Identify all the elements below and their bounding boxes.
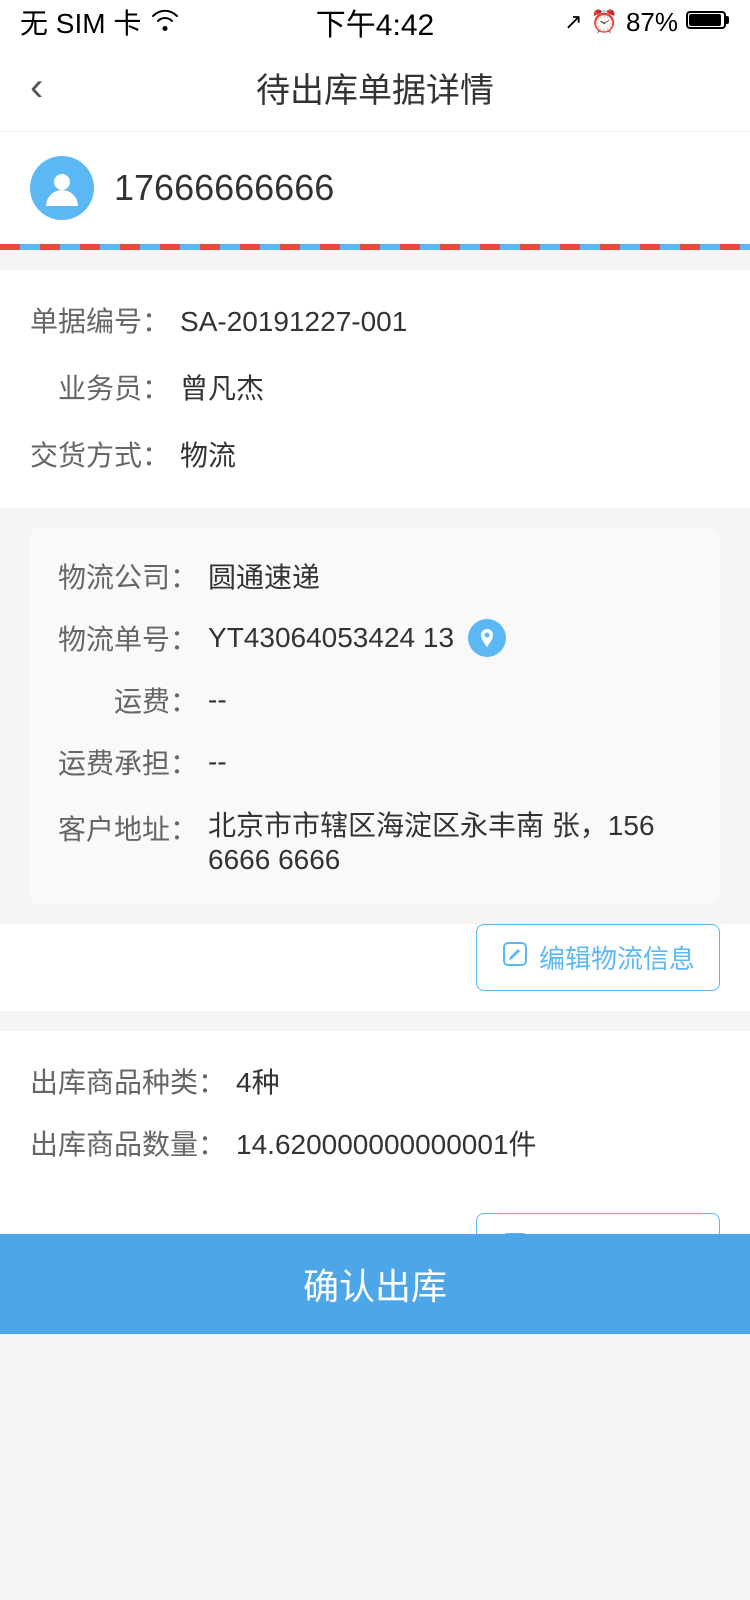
page-title: 待出库单据详情	[256, 63, 494, 112]
freight-value: --	[208, 684, 692, 716]
edit-icon	[501, 940, 529, 975]
logistics-card: 物流公司： 圆通速递 物流单号： YT43064053424 13 运费： --…	[30, 528, 720, 904]
logistics-company-value: 圆通速递	[208, 556, 692, 596]
section-divider-1	[0, 1011, 750, 1031]
salesman-value: 曾凡杰	[180, 367, 720, 412]
alarm-icon: ⏰	[591, 9, 618, 35]
delivery-value: 物流	[180, 434, 720, 479]
phone-number: 17666666666	[114, 167, 334, 209]
goods-quantity-label: 出库商品数量：	[30, 1123, 226, 1163]
basic-info-section: 单据编号： SA-20191227-001 业务员： 曾凡杰 交货方式： 物流	[0, 270, 750, 508]
logistics-tracking-value: YT43064053424 13	[208, 619, 692, 657]
edit-logistics-label: 编辑物流信息	[539, 939, 695, 976]
logistics-company-label: 物流公司：	[58, 556, 198, 596]
battery-icon	[686, 7, 730, 38]
status-bar: 无 SIM 卡 下午4:42 ↗ ⏰ 87%	[0, 0, 750, 44]
order-no-row: 单据编号： SA-20191227-001	[30, 300, 720, 345]
delivery-label: 交货方式：	[30, 434, 170, 479]
goods-types-row: 出库商品种类： 4种	[30, 1061, 720, 1101]
status-time: 下午4:42	[316, 0, 434, 44]
carrier-text: 无 SIM 卡	[20, 2, 141, 42]
wifi-icon	[151, 6, 179, 38]
goods-quantity-row: 出库商品数量： 14.620000000000001件	[30, 1123, 720, 1163]
freight-label: 运费：	[58, 680, 198, 720]
delivery-row: 交货方式： 物流	[30, 434, 720, 479]
nav-bar: ‹ 待出库单据详情	[0, 44, 750, 132]
edit-logistics-button[interactable]: 编辑物流信息	[476, 924, 720, 991]
goods-types-label: 出库商品种类：	[30, 1061, 226, 1101]
freight-bearer-value: --	[208, 746, 692, 778]
address-label: 客户地址：	[58, 804, 198, 848]
freight-bearer-label: 运费承担：	[58, 742, 198, 782]
order-no-value: SA-20191227-001	[180, 300, 720, 345]
status-right: ↗ ⏰ 87%	[564, 7, 730, 38]
tracking-location-icon[interactable]	[468, 619, 506, 657]
salesman-label: 业务员：	[30, 367, 170, 412]
dashed-divider	[0, 244, 750, 250]
address-value: 北京市市辖区海淀区永丰南 张，156 6666 6666	[208, 804, 692, 876]
avatar	[30, 156, 94, 220]
location-status-icon: ↗	[564, 9, 582, 35]
order-no-label: 单据编号：	[30, 300, 170, 345]
address-row: 客户地址： 北京市市辖区海淀区永丰南 张，156 6666 6666	[58, 804, 692, 876]
freight-row: 运费： --	[58, 680, 692, 720]
phone-header: 17666666666	[0, 132, 750, 244]
goods-types-value: 4种	[236, 1061, 280, 1101]
goods-section: 出库商品种类： 4种 出库商品数量： 14.620000000000001件	[0, 1031, 750, 1193]
back-button[interactable]: ‹	[30, 65, 43, 110]
freight-bearer-row: 运费承担： --	[58, 742, 692, 782]
edit-btn-wrapper: 编辑物流信息	[0, 924, 750, 1011]
logistics-company-row: 物流公司： 圆通速递	[58, 556, 692, 596]
battery-text: 87%	[626, 7, 678, 38]
confirm-btn-label: 确认出库	[303, 1258, 447, 1310]
confirm-btn-wrapper: 确认出库	[0, 1234, 750, 1334]
logistics-tracking-label: 物流单号：	[58, 618, 198, 658]
back-icon: ‹	[30, 65, 43, 109]
status-left: 无 SIM 卡	[20, 2, 179, 42]
goods-quantity-value: 14.620000000000001件	[236, 1123, 537, 1163]
confirm-outbound-button[interactable]: 确认出库	[0, 1234, 750, 1334]
tracking-number-text: YT43064053424 13	[208, 622, 454, 654]
salesman-row: 业务员： 曾凡杰	[30, 367, 720, 412]
logistics-tracking-row: 物流单号： YT43064053424 13	[58, 618, 692, 658]
